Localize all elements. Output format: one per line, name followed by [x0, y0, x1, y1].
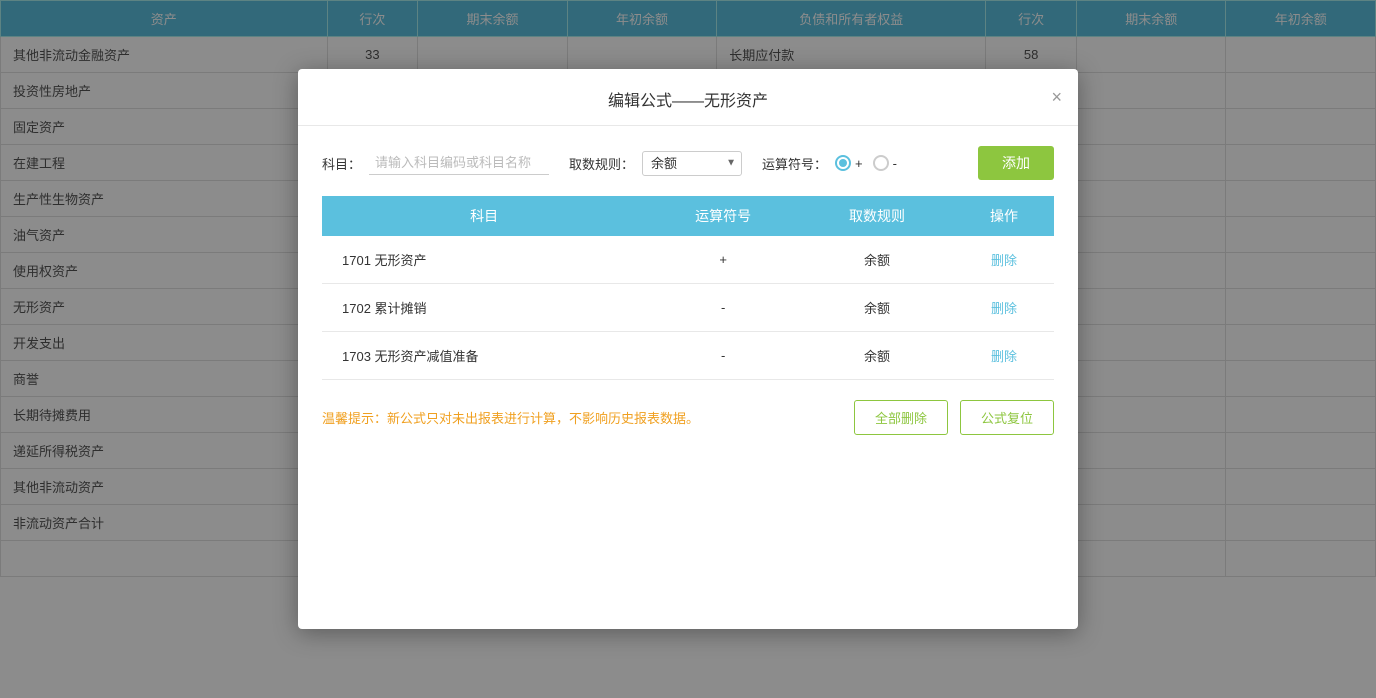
table-header-subject: 科目 [322, 196, 646, 236]
modal-close-button[interactable]: × [1051, 88, 1062, 106]
modal-overlay: 编辑公式——无形资产 × 科目： 取数规则： 余额 借方 贷方 借方发生额 贷方… [0, 0, 1376, 698]
operator-plus-radio[interactable]: + [835, 155, 863, 171]
delete-row-button[interactable]: 删除 [991, 253, 1017, 268]
delete-row-button[interactable]: 删除 [991, 301, 1017, 316]
subject-label: 科目： [322, 154, 361, 173]
rule-select[interactable]: 余额 借方 贷方 借方发生额 贷方发生额 [642, 151, 742, 176]
formula-table-wrap: 科目 运算符号 取数规则 操作 1701 无形资产+余额删除1702 累计摊销-… [322, 196, 1054, 380]
delete-row-button[interactable]: 删除 [991, 349, 1017, 364]
operator-plus-label: + [855, 156, 863, 171]
rule-label: 取数规则： [569, 154, 634, 173]
tip-text: 温馨提示：新公式只对未出报表进行计算，不影响历史报表数据。 [322, 408, 699, 427]
row-operator: - [646, 284, 800, 332]
formula-table: 科目 运算符号 取数规则 操作 1701 无形资产+余额删除1702 累计摊销-… [322, 196, 1054, 380]
row-subject: 1703 无形资产减值准备 [322, 332, 646, 380]
operator-minus-radio[interactable]: - [873, 155, 897, 171]
operator-label: 运算符号： [762, 154, 827, 173]
table-header-rule: 取数规则 [800, 196, 954, 236]
row-subject: 1701 无形资产 [322, 236, 646, 284]
operator-radio-group: + - [835, 155, 897, 171]
row-subject: 1702 累计摊销 [322, 284, 646, 332]
row-rule: 余额 [800, 332, 954, 380]
row-operator: + [646, 236, 800, 284]
row-operator: - [646, 332, 800, 380]
row-action: 删除 [954, 284, 1054, 332]
modal-header: 编辑公式——无形资产 × [298, 69, 1078, 126]
subject-input[interactable] [369, 151, 549, 175]
row-rule: 余额 [800, 236, 954, 284]
operator-minus-circle [873, 155, 889, 171]
subject-form-group: 科目： [322, 151, 549, 175]
add-button[interactable]: 添加 [978, 146, 1054, 180]
table-header-operator: 运算符号 [646, 196, 800, 236]
table-row: 1701 无形资产+余额 删除 [322, 236, 1054, 284]
rule-form-group: 取数规则： 余额 借方 贷方 借方发生额 贷方发生额 ▼ [569, 151, 742, 176]
modal-footer: 温馨提示：新公式只对未出报表进行计算，不影响历史报表数据。 全部删除 公式复位 [298, 380, 1078, 445]
modal-form-row: 科目： 取数规则： 余额 借方 贷方 借方发生额 贷方发生额 ▼ 运算 [298, 126, 1078, 196]
rule-select-wrap: 余额 借方 贷方 借方发生额 贷方发生额 ▼ [642, 151, 742, 176]
table-row: 1702 累计摊销-余额 删除 [322, 284, 1054, 332]
operator-plus-circle [835, 155, 851, 171]
table-header-action: 操作 [954, 196, 1054, 236]
modal-title: 编辑公式——无形资产 [608, 87, 768, 111]
reset-button[interactable]: 公式复位 [960, 400, 1054, 435]
modal-dialog: 编辑公式——无形资产 × 科目： 取数规则： 余额 借方 贷方 借方发生额 贷方… [298, 69, 1078, 629]
operator-minus-label: - [893, 156, 897, 171]
row-action: 删除 [954, 332, 1054, 380]
row-action: 删除 [954, 236, 1054, 284]
delete-all-button[interactable]: 全部删除 [854, 400, 948, 435]
row-rule: 余额 [800, 284, 954, 332]
footer-buttons: 全部删除 公式复位 [854, 400, 1054, 435]
operator-form-group: 运算符号： + - [762, 154, 897, 173]
table-row: 1703 无形资产减值准备-余额 删除 [322, 332, 1054, 380]
